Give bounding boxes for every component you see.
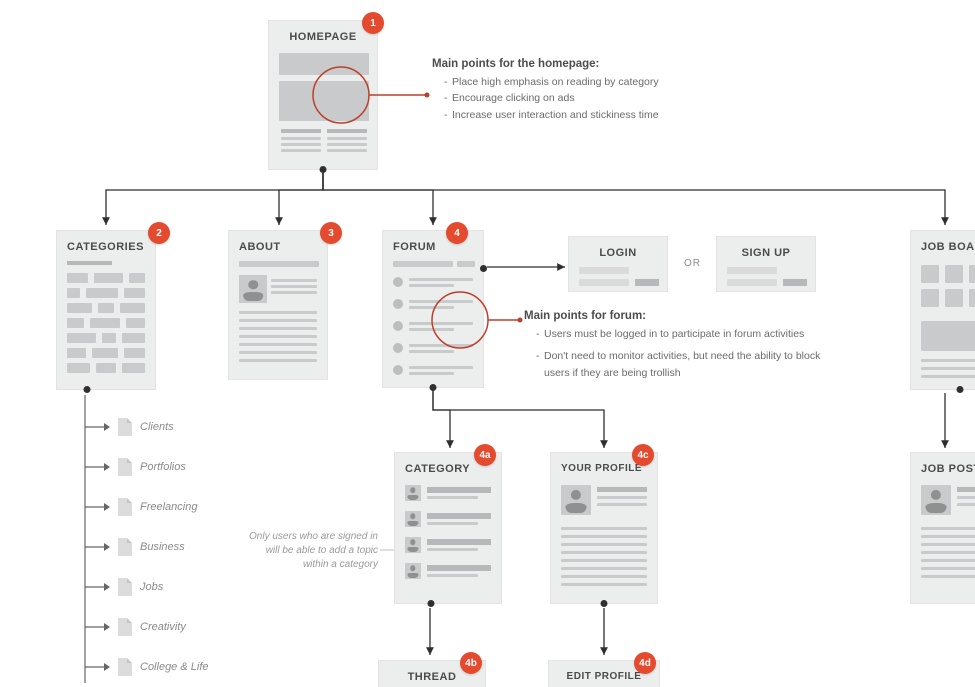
node-jobpost: JOB POST bbox=[910, 452, 975, 604]
node-title: JOB POST bbox=[911, 453, 975, 479]
badge-about: 3 bbox=[320, 222, 342, 244]
node-title: LOGIN bbox=[569, 237, 667, 263]
node-title: JOB BOARD bbox=[911, 231, 975, 257]
badge-profile: 4c bbox=[632, 444, 654, 466]
node-about: ABOUT bbox=[228, 230, 328, 380]
node-title: ABOUT bbox=[229, 231, 327, 257]
badge-categories: 2 bbox=[148, 222, 170, 244]
node-title: HOMEPAGE bbox=[269, 21, 377, 47]
note-heading: Main points for the homepage: bbox=[432, 58, 732, 70]
node-profile: YOUR PROFILE bbox=[550, 452, 658, 604]
node-title: FORUM bbox=[383, 231, 483, 257]
node-homepage: HOMEPAGE bbox=[268, 20, 378, 170]
node-login: LOGIN bbox=[568, 236, 668, 292]
note-list: Place high emphasis on reading by catego… bbox=[432, 74, 732, 123]
badge-homepage: 1 bbox=[362, 12, 384, 34]
node-jobboard: JOB BOARD bbox=[910, 230, 975, 390]
note-list: Users must be logged in to participate i… bbox=[524, 326, 844, 381]
node-title: CATEGORIES bbox=[57, 231, 155, 257]
node-forum: FORUM bbox=[382, 230, 484, 388]
badge-forum: 4 bbox=[446, 222, 468, 244]
sidenote-category: Only users who are signed in will be abl… bbox=[238, 530, 378, 572]
badge-category: 4a bbox=[474, 444, 496, 466]
node-signup: SIGN UP bbox=[716, 236, 816, 292]
badge-editprofile: 4d bbox=[634, 652, 656, 674]
note-homepage: Main points for the homepage: Place high… bbox=[432, 58, 732, 123]
sitemap-canvas: HOMEPAGE 1 Main points for the homepage:… bbox=[0, 0, 975, 687]
node-category: CATEGORY bbox=[394, 452, 502, 604]
node-title: SIGN UP bbox=[717, 237, 815, 263]
note-heading: Main points for forum: bbox=[524, 310, 844, 322]
note-forum: Main points for forum: Users must be log… bbox=[524, 310, 844, 381]
node-categories: CATEGORIES bbox=[56, 230, 156, 390]
badge-thread: 4b bbox=[460, 652, 482, 674]
